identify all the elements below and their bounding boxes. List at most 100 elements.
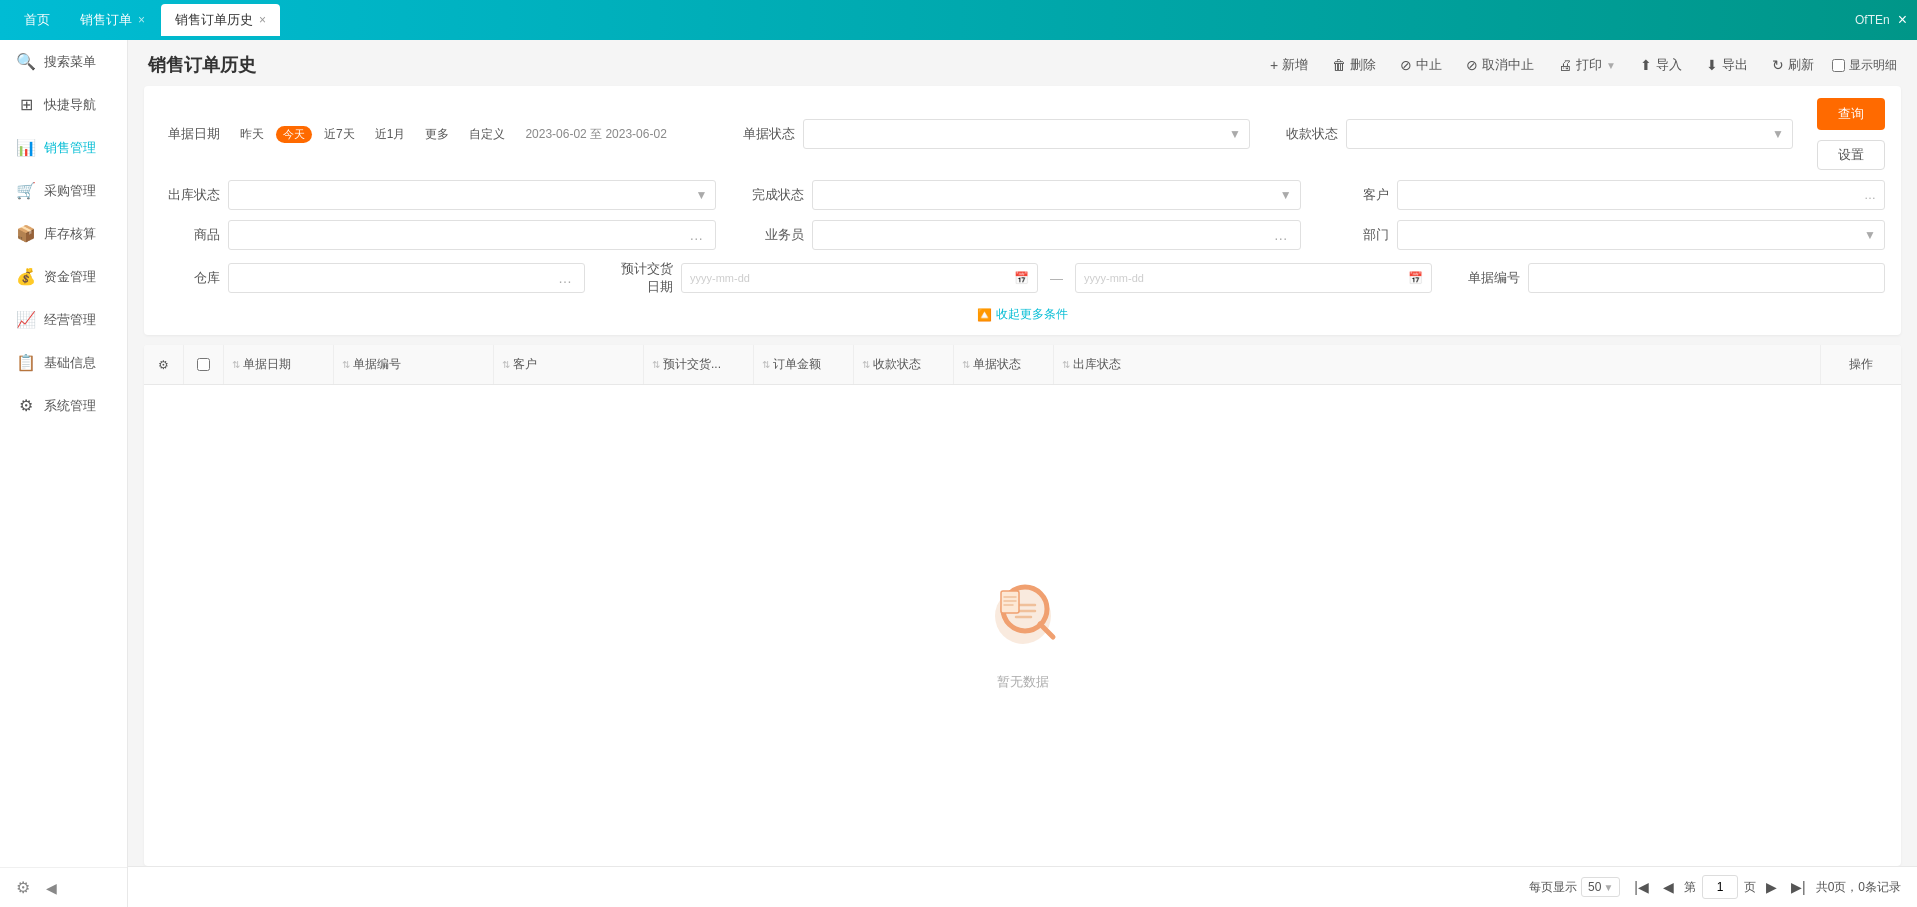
th-amount[interactable]: ⇅ 订单金额: [754, 345, 854, 384]
product-select[interactable]: …: [228, 220, 716, 250]
sort-pay-status-icon: ⇅: [862, 359, 870, 370]
warehouse-select[interactable]: …: [228, 263, 585, 293]
import-icon: ⬆: [1640, 57, 1652, 73]
table-header: ⚙ ⇅ 单据日期 ⇅ 单据编号 ⇅ 客户 ⇅: [144, 345, 1901, 385]
order-no-label: 单据编号: [1460, 269, 1520, 287]
warehouse-dots[interactable]: …: [554, 270, 576, 286]
cancel-stop-button[interactable]: ⊘ 取消中止: [1460, 52, 1540, 78]
stop-button[interactable]: ⊘ 中止: [1394, 52, 1448, 78]
page-label-pre: 第: [1684, 879, 1696, 896]
sales-mgmt-icon: 📊: [16, 138, 36, 157]
date-btn-today[interactable]: 今天: [276, 126, 312, 143]
sidebar-item-sales-mgmt[interactable]: 📊 销售管理: [0, 126, 127, 169]
filter-row-status: 出库状态 ▼ 完成状态 ▼ 客户 …: [160, 180, 1885, 210]
date-quick-btns: 昨天 今天 近7天 近1月 更多 自定义: [232, 124, 513, 145]
delete-button[interactable]: 🗑 删除: [1326, 52, 1382, 78]
payment-status-label: 收款状态: [1278, 125, 1338, 143]
topbar-close-icon[interactable]: ×: [1898, 11, 1907, 29]
collapse-up-icon: 🔼: [977, 308, 992, 322]
tab-sales-order-history-close[interactable]: ×: [259, 13, 266, 27]
date-separator: —: [1050, 271, 1063, 286]
sidebar-collapse-icon[interactable]: ◀: [46, 880, 57, 896]
sidebar-settings-icon[interactable]: ⚙: [16, 878, 30, 897]
sidebar-item-business[interactable]: 📈 经营管理: [0, 298, 127, 341]
new-button[interactable]: + 新增: [1264, 52, 1314, 78]
sidebar-item-quick-nav-label: 快捷导航: [44, 96, 96, 114]
th-settings[interactable]: ⚙: [144, 345, 184, 384]
sidebar-item-finance-label: 资金管理: [44, 268, 96, 286]
per-page-box[interactable]: 50 ▼: [1581, 877, 1620, 897]
new-btn-label: 新增: [1282, 56, 1308, 74]
department-select[interactable]: ▼: [1397, 220, 1885, 250]
out-status-select[interactable]: ▼: [228, 180, 716, 210]
per-page-label: 每页显示: [1529, 879, 1577, 896]
pagination: |◀ ◀ 第 页 ▶ ▶| 共0页，0条记录: [1630, 875, 1901, 899]
th-out-status[interactable]: ⇅ 出库状态: [1054, 345, 1821, 384]
tab-sales-order-history[interactable]: 销售订单历史 ×: [161, 4, 280, 36]
order-status-select[interactable]: ▼: [803, 119, 1250, 149]
date-btn-more[interactable]: 更多: [417, 124, 457, 145]
salesperson-dots[interactable]: …: [1270, 227, 1292, 243]
expected-date-end[interactable]: yyyy-mm-dd 📅: [1075, 263, 1432, 293]
setting-button[interactable]: 设置: [1817, 140, 1885, 170]
sidebar-item-finance[interactable]: 💰 资金管理: [0, 255, 127, 298]
collapse-button[interactable]: 🔼 收起更多条件: [160, 306, 1885, 323]
display-toggle-checkbox[interactable]: [1832, 59, 1845, 72]
tab-sales-order-close[interactable]: ×: [138, 13, 145, 27]
tab-sales-order[interactable]: 销售订单 ×: [66, 4, 159, 36]
sidebar-item-inventory[interactable]: 📦 库存核算: [0, 212, 127, 255]
th-pay-status-label: 收款状态: [873, 356, 921, 373]
page-prev-btn[interactable]: ◀: [1659, 877, 1678, 897]
select-all-checkbox[interactable]: [197, 358, 210, 371]
page-next-btn[interactable]: ▶: [1762, 877, 1781, 897]
basic-info-icon: 📋: [16, 353, 36, 372]
sidebar-item-quick-nav[interactable]: ⊞ 快捷导航: [0, 83, 127, 126]
out-status-label: 出库状态: [160, 186, 220, 204]
finance-icon: 💰: [16, 267, 36, 286]
tab-home[interactable]: 首页: [10, 4, 64, 36]
calendar-end-icon[interactable]: 📅: [1408, 271, 1423, 285]
date-btn-yesterday[interactable]: 昨天: [232, 124, 272, 145]
query-button[interactable]: 查询: [1817, 98, 1885, 130]
sidebar-item-basic-info[interactable]: 📋 基础信息: [0, 341, 127, 384]
sidebar-item-purchase-mgmt[interactable]: 🛒 采购管理: [0, 169, 127, 212]
date-btn-last1m[interactable]: 近1月: [367, 124, 414, 145]
payment-status-select[interactable]: ▼: [1346, 119, 1793, 149]
date-range-display: 2023-06-02 至 2023-06-02: [525, 126, 666, 143]
order-no-input[interactable]: [1528, 263, 1885, 293]
sidebar-item-business-label: 经营管理: [44, 311, 96, 329]
customer-label: 客户: [1329, 186, 1389, 204]
salesperson-select[interactable]: …: [812, 220, 1300, 250]
calendar-start-icon[interactable]: 📅: [1014, 271, 1029, 285]
th-checkbox[interactable]: [184, 345, 224, 384]
date-btn-custom[interactable]: 自定义: [461, 124, 513, 145]
th-order-status[interactable]: ⇅ 单据状态: [954, 345, 1054, 384]
th-delivery[interactable]: ⇅ 预计交货...: [644, 345, 754, 384]
page-input[interactable]: [1702, 875, 1738, 899]
print-button[interactable]: 🖨 打印 ▼: [1552, 52, 1622, 78]
print-dropdown-icon[interactable]: ▼: [1606, 60, 1616, 71]
customer-select[interactable]: …: [1397, 180, 1885, 210]
page-last-btn[interactable]: ▶|: [1787, 877, 1810, 897]
th-date[interactable]: ⇅ 单据日期: [224, 345, 334, 384]
sidebar-item-system-mgmt[interactable]: ⚙ 系统管理: [0, 384, 127, 427]
th-customer[interactable]: ⇅ 客户: [494, 345, 644, 384]
date-btn-last7[interactable]: 近7天: [316, 124, 363, 145]
expected-date-start[interactable]: yyyy-mm-dd 📅: [681, 263, 1038, 293]
export-button[interactable]: ⬇ 导出: [1700, 52, 1754, 78]
page-first-btn[interactable]: |◀: [1630, 877, 1653, 897]
sidebar-item-search-menu[interactable]: 🔍 搜索菜单: [0, 40, 127, 83]
complete-status-select[interactable]: ▼: [812, 180, 1300, 210]
department-chevron: ▼: [1864, 228, 1876, 242]
sidebar-item-inventory-label: 库存核算: [44, 225, 96, 243]
display-toggle[interactable]: 显示明细: [1832, 57, 1897, 74]
customer-dots[interactable]: …: [1864, 188, 1876, 202]
th-order-no[interactable]: ⇅ 单据编号: [334, 345, 494, 384]
refresh-button[interactable]: ↻ 刷新: [1766, 52, 1820, 78]
import-button[interactable]: ⬆ 导入: [1634, 52, 1688, 78]
product-dots[interactable]: …: [685, 227, 707, 243]
th-pay-status[interactable]: ⇅ 收款状态: [854, 345, 954, 384]
system-mgmt-icon: ⚙: [16, 396, 36, 415]
quick-nav-icon: ⊞: [16, 95, 36, 114]
per-page-select: 每页显示 50 ▼: [1529, 877, 1620, 897]
